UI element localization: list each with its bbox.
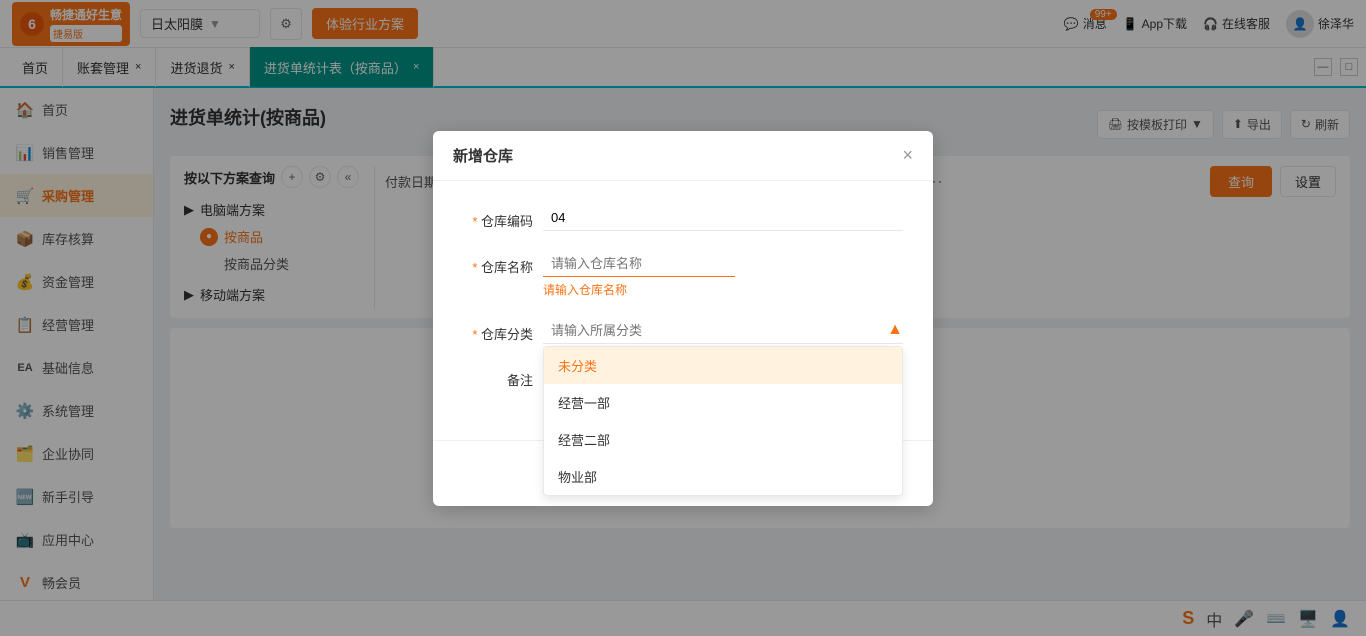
form-row-code: 仓库编码 (463, 205, 903, 231)
category-input[interactable] (543, 318, 887, 343)
form-row-category: 仓库分类 ▲ 未分类 经营一部 经营二部 物业部 (463, 318, 903, 344)
dropdown-item-2[interactable]: 经营二部 (544, 421, 902, 458)
name-input[interactable] (543, 251, 735, 277)
category-field-wrap: ▲ 未分类 经营一部 经营二部 物业部 (543, 318, 903, 344)
category-toggle-btn[interactable]: ▲ (887, 321, 903, 339)
modal-close-btn[interactable]: × (902, 145, 913, 166)
category-dropdown: 未分类 经营一部 经营二部 物业部 (543, 346, 903, 496)
category-label: 仓库分类 (463, 318, 533, 343)
name-label: 仓库名称 (463, 251, 533, 276)
modal-header: 新增仓库 × (433, 131, 933, 181)
category-input-row: ▲ (543, 318, 903, 344)
name-field-wrap: 请输入仓库名称 (543, 251, 903, 298)
modal-overlay[interactable]: 新增仓库 × 仓库编码 仓库名称 请输入仓库名称 仓库分类 (0, 0, 1366, 636)
name-error-msg: 请输入仓库名称 (543, 281, 903, 298)
add-warehouse-modal: 新增仓库 × 仓库编码 仓库名称 请输入仓库名称 仓库分类 (433, 131, 933, 506)
modal-body: 仓库编码 仓库名称 请输入仓库名称 仓库分类 ▲ (433, 181, 933, 440)
modal-title: 新增仓库 (453, 145, 513, 166)
note-label: 备注 (463, 364, 533, 389)
dropdown-item-3[interactable]: 物业部 (544, 458, 902, 495)
code-input[interactable] (543, 205, 903, 231)
dropdown-item-0[interactable]: 未分类 (544, 347, 902, 384)
code-label: 仓库编码 (463, 205, 533, 230)
dropdown-item-1[interactable]: 经营一部 (544, 384, 902, 421)
form-row-name: 仓库名称 请输入仓库名称 (463, 251, 903, 298)
